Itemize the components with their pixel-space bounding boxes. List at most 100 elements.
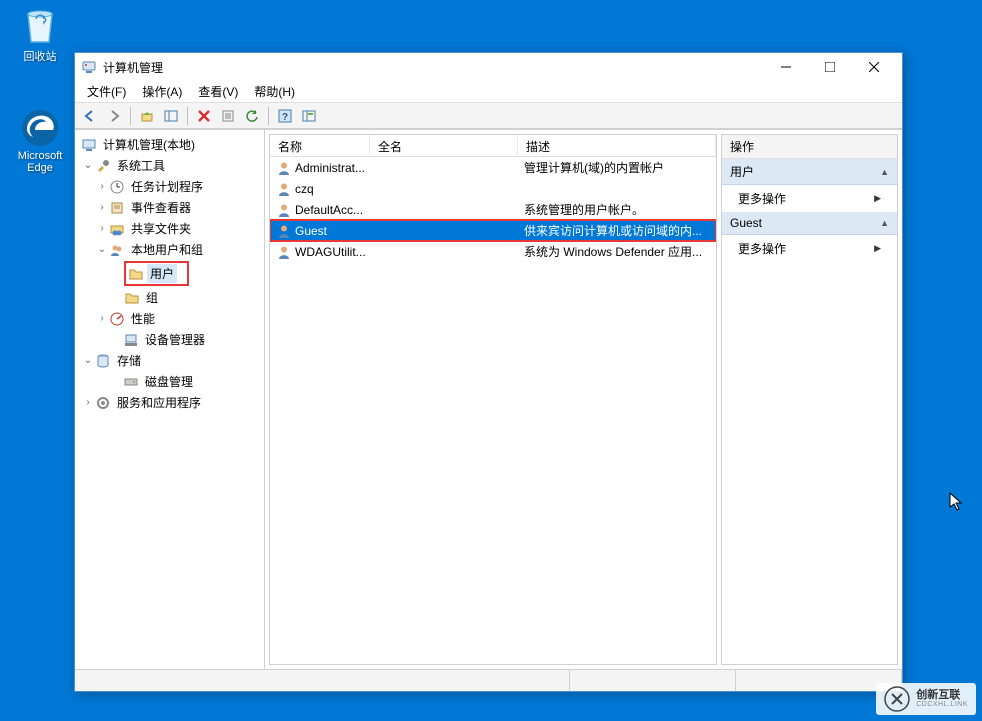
tree-label: 事件查看器: [128, 198, 194, 217]
menu-file[interactable]: 文件(F): [79, 81, 134, 102]
statusbar: [75, 669, 902, 691]
refresh-button[interactable]: [241, 105, 263, 127]
actions-section-guest[interactable]: Guest ▲: [722, 212, 897, 235]
shared-folder-icon: [109, 221, 125, 237]
content-area: 计算机管理(本地) ⌄ 系统工具 › 任务计划程序 › 事件查看器 › 共享文件…: [75, 129, 902, 669]
users-groups-icon: [109, 242, 125, 258]
actions-more-1[interactable]: 更多操作 ▶: [722, 185, 897, 212]
recycle-bin-label: 回收站: [10, 48, 70, 64]
expander-icon[interactable]: ⌄: [95, 244, 109, 255]
user-fullname: [370, 187, 518, 191]
expander-icon[interactable]: ›: [95, 223, 109, 234]
expander-icon[interactable]: ›: [81, 397, 95, 408]
minimize-button[interactable]: [764, 53, 808, 81]
user-fullname: [370, 166, 518, 170]
tree-device-manager[interactable]: · 设备管理器: [77, 329, 262, 350]
expander-icon[interactable]: ⌄: [81, 355, 95, 366]
recycle-bin-icon: [20, 6, 60, 46]
properties-button[interactable]: [217, 105, 239, 127]
tree-label: 服务和应用程序: [114, 393, 204, 412]
tree-system-tools[interactable]: ⌄ 系统工具: [77, 155, 262, 176]
tree-services-apps[interactable]: › 服务和应用程序: [77, 392, 262, 413]
tree-panel[interactable]: 计算机管理(本地) ⌄ 系统工具 › 任务计划程序 › 事件查看器 › 共享文件…: [75, 130, 265, 669]
watermark-brand: 创新互联: [916, 689, 968, 701]
computer-icon: [81, 137, 97, 153]
performance-icon: [109, 311, 125, 327]
desktop-recycle-bin[interactable]: 回收站: [10, 6, 70, 64]
menubar: 文件(F) 操作(A) 查看(V) 帮助(H): [75, 81, 902, 103]
header-desc[interactable]: 描述: [518, 135, 716, 156]
list-body[interactable]: Administrat...管理计算机(域)的内置帐户 czq DefaultAcc…: [270, 157, 716, 664]
tree-shared-folders[interactable]: › 共享文件夹: [77, 218, 262, 239]
maximize-button[interactable]: [808, 53, 852, 81]
toolbar-separator: [187, 107, 188, 125]
header-name[interactable]: 名称: [270, 135, 370, 156]
edge-icon: [20, 108, 60, 148]
tree-root[interactable]: 计算机管理(本地): [77, 134, 262, 155]
list-row[interactable]: WDAGUtilit...系统为 Windows Defender 应用...: [270, 241, 716, 262]
watermark-logon-icon: [884, 686, 910, 712]
tree-label: 任务计划程序: [128, 177, 206, 196]
tree-label: 性能: [128, 309, 158, 328]
list-row[interactable]: Administrat...管理计算机(域)的内置帐户: [270, 157, 716, 178]
expander-icon[interactable]: ›: [95, 202, 109, 213]
actions-section-users[interactable]: 用户 ▲: [722, 159, 897, 185]
help-button[interactable]: ?: [274, 105, 296, 127]
expander-icon[interactable]: ›: [95, 181, 109, 192]
services-icon: [95, 395, 111, 411]
collapse-icon: ▲: [880, 218, 889, 228]
list-row[interactable]: Guest供来宾访问计算机或访问域的内...: [270, 220, 716, 241]
expander-icon[interactable]: ⌄: [81, 160, 95, 171]
tree-storage[interactable]: ⌄ 存储: [77, 350, 262, 371]
clock-icon: [109, 179, 125, 195]
status-segment: [75, 670, 570, 691]
close-button[interactable]: [852, 53, 896, 81]
tree-performance[interactable]: › 性能: [77, 308, 262, 329]
submenu-icon: ▶: [874, 243, 881, 254]
menu-view[interactable]: 查看(V): [190, 81, 246, 102]
collapse-icon: ▲: [880, 167, 889, 177]
nav-back-button[interactable]: [79, 105, 101, 127]
tree-task-scheduler[interactable]: › 任务计划程序: [77, 176, 262, 197]
tree-event-viewer[interactable]: › 事件查看器: [77, 197, 262, 218]
tree-groups[interactable]: 组: [77, 287, 262, 308]
user-fullname: [370, 229, 518, 233]
tree-local-users-groups[interactable]: ⌄ 本地用户和组: [77, 239, 262, 260]
menu-help[interactable]: 帮助(H): [246, 81, 303, 102]
actions-panel: 操作 用户 ▲ 更多操作 ▶ Guest ▲ 更多操作 ▶: [721, 134, 898, 665]
toolbar-separator: [268, 107, 269, 125]
toolbar: ?: [75, 103, 902, 129]
user-name: czq: [295, 182, 314, 196]
user-name: WDAGUtilit...: [295, 245, 366, 259]
user-desc: 管理计算机(域)的内置帐户: [518, 157, 716, 178]
list-row[interactable]: DefaultAcc...系统管理的用户帐户。: [270, 199, 716, 220]
nav-forward-button[interactable]: [103, 105, 125, 127]
desktop-edge[interactable]: Microsoft Edge: [10, 108, 70, 174]
window-title: 计算机管理: [103, 59, 764, 76]
list-row[interactable]: czq: [270, 178, 716, 199]
titlebar[interactable]: 计算机管理: [75, 53, 902, 81]
watermark-sub: CDCXHL.LINK: [916, 701, 968, 709]
user-fullname: [370, 208, 518, 212]
storage-icon: [95, 353, 111, 369]
expander-icon[interactable]: ›: [95, 313, 109, 324]
user-desc: 系统管理的用户帐户。: [518, 199, 716, 220]
header-fullname[interactable]: 全名: [370, 135, 518, 156]
list-header: 名称 全名 描述: [270, 135, 716, 157]
user-icon: [276, 160, 292, 176]
menu-action[interactable]: 操作(A): [134, 81, 190, 102]
tree-disk-management[interactable]: · 磁盘管理: [77, 371, 262, 392]
export-list-button[interactable]: [298, 105, 320, 127]
delete-button[interactable]: [193, 105, 215, 127]
tree-label: 本地用户和组: [128, 240, 206, 259]
event-icon: [109, 200, 125, 216]
tree-label: 系统工具: [114, 156, 168, 175]
folder-icon: [124, 290, 140, 306]
actions-more-label: 更多操作: [738, 190, 786, 207]
actions-more-2[interactable]: 更多操作 ▶: [722, 235, 897, 262]
show-hide-tree-button[interactable]: [160, 105, 182, 127]
up-one-level-button[interactable]: [136, 105, 158, 127]
tools-icon: [95, 158, 111, 174]
tree-users[interactable]: 用户: [77, 260, 262, 287]
mouse-cursor-icon: [949, 492, 965, 515]
